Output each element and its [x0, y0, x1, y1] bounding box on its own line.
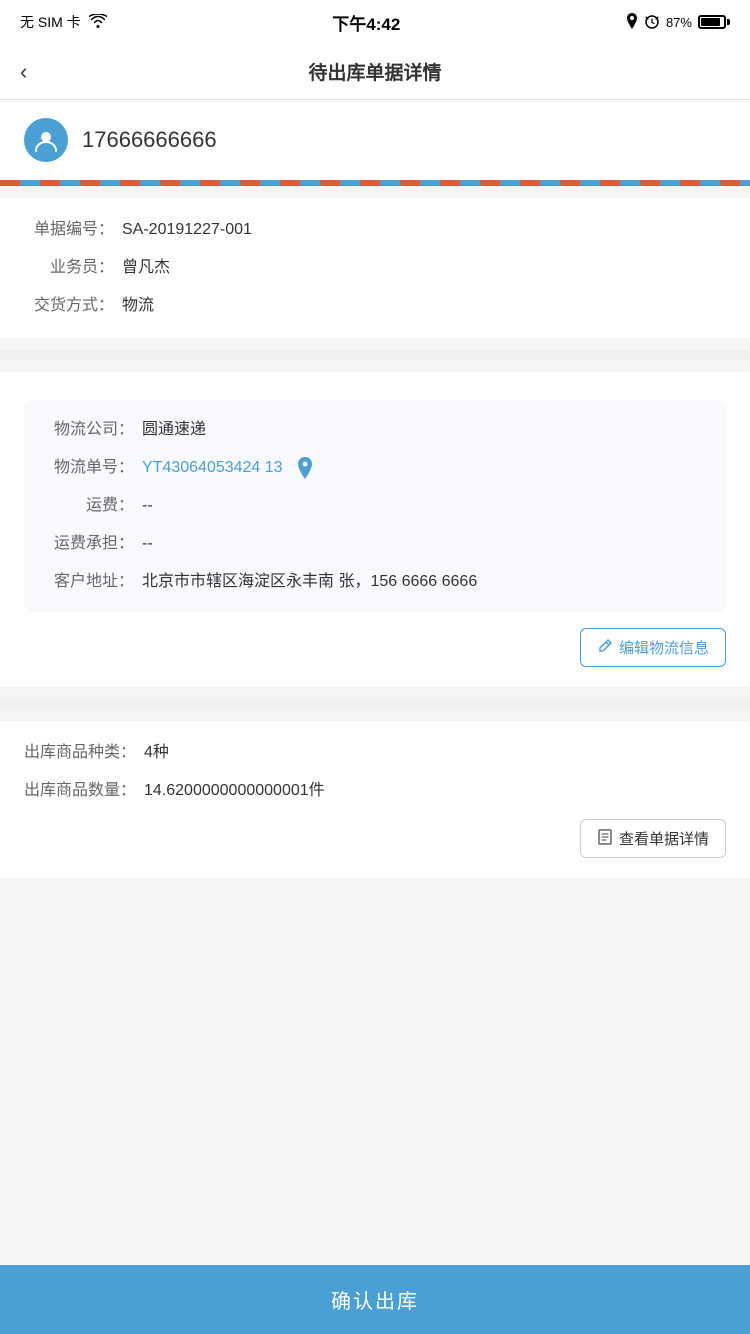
view-detail-area: 查看单据详情 [24, 819, 726, 858]
tracking-number-row: 物流单号： YT43064053424 13 [44, 456, 706, 480]
address-value: 北京市市辖区海淀区永丰南 张，156 6666 6666 [142, 570, 706, 594]
logistics-card: 物流公司： 圆通速递 物流单号： YT43064053424 13 运费： --… [24, 400, 726, 612]
salesperson-label: 业务员： [24, 256, 114, 280]
warehouse-section: 出库商品种类： 4种 出库商品数量： 14.6200000000000001件 … [0, 721, 750, 878]
delivery-method-label: 交货方式： [24, 294, 114, 318]
avatar [24, 118, 68, 162]
battery-icon [698, 15, 730, 29]
product-types-row: 出库商品种类： 4种 [24, 741, 726, 765]
battery-percent: 87% [666, 15, 692, 30]
freight-row: 运费： -- [44, 494, 706, 518]
edit-icon [597, 638, 613, 658]
tracking-number-value: YT43064053424 13 [142, 456, 706, 480]
product-quantity-row: 出库商品数量： 14.6200000000000001件 [24, 779, 726, 803]
salesperson-row: 业务员： 曾凡杰 [24, 256, 726, 280]
address-row: 客户地址： 北京市市辖区海淀区永丰南 张，156 6666 6666 [44, 570, 706, 594]
logistics-company-row: 物流公司： 圆通速递 [44, 418, 706, 442]
logistics-company-label: 物流公司： [44, 418, 134, 442]
logistics-company-value: 圆通速递 [142, 418, 706, 442]
document-info-section: 单据编号： SA-20191227-001 业务员： 曾凡杰 交货方式： 物流 [0, 198, 750, 338]
carrier-text: 无 SIM 卡 [20, 12, 81, 32]
freight-label: 运费： [44, 494, 134, 518]
nav-bar: ‹ 待出库单据详情 [0, 44, 750, 100]
page-title: 待出库单据详情 [308, 58, 441, 85]
product-quantity-label: 出库商品数量： [24, 779, 136, 803]
delivery-method-value: 物流 [122, 294, 726, 318]
location-active-icon [626, 13, 638, 32]
logistics-section: 物流公司： 圆通速递 物流单号： YT43064053424 13 运费： --… [0, 372, 750, 687]
status-right: 87% [626, 13, 730, 32]
section-divider-1 [0, 350, 750, 360]
tracking-number-label: 物流单号： [44, 456, 134, 480]
wifi-icon [89, 14, 107, 31]
view-detail-button[interactable]: 查看单据详情 [580, 819, 726, 858]
spacer [0, 890, 750, 1010]
status-bar: 无 SIM 卡 下午4:42 87% [0, 0, 750, 44]
freight-bearer-label: 运费承担： [44, 532, 134, 556]
edit-logistics-area: 编辑物流信息 [24, 628, 726, 667]
section-divider-2 [0, 699, 750, 709]
product-types-value: 4种 [144, 741, 726, 765]
edit-logistics-label: 编辑物流信息 [619, 637, 709, 658]
view-detail-label: 查看单据详情 [619, 828, 709, 849]
alarm-icon [644, 13, 660, 32]
address-label: 客户地址： [44, 570, 134, 594]
location-icon[interactable] [295, 457, 315, 479]
product-quantity-value: 14.6200000000000001件 [144, 779, 726, 803]
edit-logistics-button[interactable]: 编辑物流信息 [580, 628, 726, 667]
freight-bearer-row: 运费承担： -- [44, 532, 706, 556]
customer-phone: 17666666666 [82, 127, 217, 153]
freight-value: -- [142, 494, 706, 518]
salesperson-value: 曾凡杰 [122, 256, 726, 280]
document-number-value: SA-20191227-001 [122, 218, 726, 242]
delivery-method-row: 交货方式： 物流 [24, 294, 726, 318]
document-icon [597, 829, 613, 849]
customer-header: 17666666666 [0, 100, 750, 180]
document-number-row: 单据编号： SA-20191227-001 [24, 218, 726, 242]
status-left: 无 SIM 卡 [20, 12, 107, 32]
freight-bearer-value: -- [142, 532, 706, 556]
confirm-button[interactable]: 确认出库 [0, 1265, 750, 1334]
dashed-divider [0, 180, 750, 186]
status-time: 下午4:42 [332, 10, 400, 35]
product-types-label: 出库商品种类： [24, 741, 136, 765]
document-number-label: 单据编号： [24, 218, 114, 242]
bottom-area: 确认出库 [0, 1265, 750, 1334]
back-button[interactable]: ‹ [12, 51, 35, 93]
